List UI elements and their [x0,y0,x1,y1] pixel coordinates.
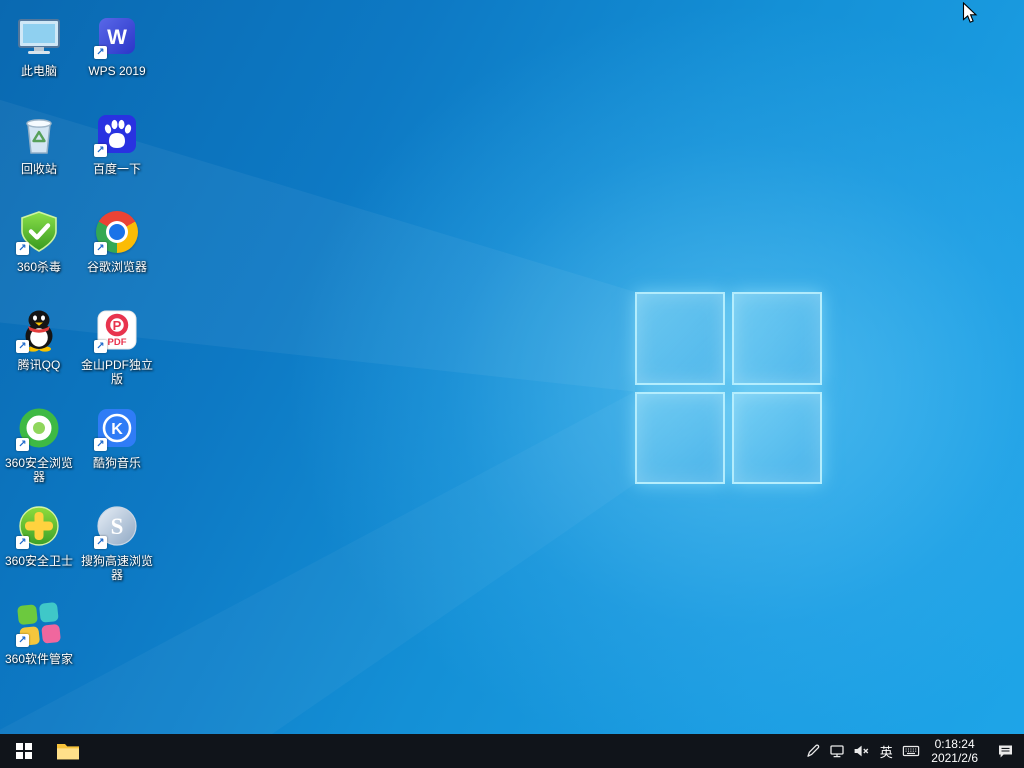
clock-date: 2021/2/6 [931,751,978,765]
wps-icon: W ↗ [93,12,141,60]
desktop-icon-360-browser[interactable]: ↗ 360安全浏览器 [0,404,78,484]
start-button[interactable] [0,734,48,768]
icon-label: 酷狗音乐 [78,456,156,470]
folder-icon [56,741,80,761]
green-plus-icon: ↗ [15,502,63,550]
pen-icon[interactable] [801,734,825,768]
ime-indicator[interactable]: 英 [873,742,899,761]
pinwheel-icon: ↗ [15,600,63,648]
chrome-icon: ↗ [93,208,141,256]
system-tray: 英 0:18:24 2021/2/6 [801,734,1024,768]
desktop-icon-chrome[interactable]: ↗ 谷歌浏览器 [78,208,156,274]
file-explorer-button[interactable] [48,734,88,768]
desktop-icon-kingsoft-pdf[interactable]: P PDF ↗ 金山PDF独立版 [78,306,156,386]
shortcut-arrow-icon: ↗ [16,634,29,647]
svg-text:K: K [111,421,123,438]
shortcut-arrow-icon: ↗ [16,340,29,353]
windows-start-icon [16,743,32,759]
icon-label: 360杀毒 [0,260,78,274]
desktop-icon-sogou-browser[interactable]: S ↗ 搜狗高速浏览器 [78,502,156,582]
desktop-icon-area: 此电脑 回收站 ↗ 360杀毒 [0,0,1024,734]
action-center-icon[interactable] [986,734,1024,768]
shortcut-arrow-icon: ↗ [94,242,107,255]
icon-label: 此电脑 [0,64,78,78]
sogou-icon: S ↗ [93,502,141,550]
svg-text:PDF: PDF [108,337,127,348]
icon-label: 金山PDF独立版 [78,358,156,386]
shortcut-arrow-icon: ↗ [94,144,107,157]
svg-text:S: S [111,514,124,539]
baidu-paw-icon: ↗ [93,110,141,158]
kugou-icon: K ↗ [93,404,141,452]
computer-icon [15,12,63,60]
desktop-icon-360-software-manager[interactable]: ↗ 360软件管家 [0,600,78,666]
desktop-icon-kugou-music[interactable]: K ↗ 酷狗音乐 [78,404,156,470]
shortcut-arrow-icon: ↗ [16,242,29,255]
desktop-icon-baidu[interactable]: ↗ 百度一下 [78,110,156,176]
recycle-bin-icon [15,110,63,158]
shield-check-icon: ↗ [15,208,63,256]
desktop-icon-recycle-bin[interactable]: 回收站 [0,110,78,176]
pdf-icon: P PDF ↗ [93,306,141,354]
svg-text:W: W [107,26,127,49]
touch-keyboard-icon[interactable] [899,734,923,768]
icon-label: 腾讯QQ [0,358,78,372]
clock-time: 0:18:24 [935,737,975,751]
shortcut-arrow-icon: ↗ [94,46,107,59]
desktop-icon-360-safe-guard[interactable]: ↗ 360安全卫士 [0,502,78,568]
icon-label: 搜狗高速浏览器 [78,554,156,582]
icon-label: 百度一下 [78,162,156,176]
shortcut-arrow-icon: ↗ [94,438,107,451]
icon-label: WPS 2019 [78,64,156,78]
green-ring-icon: ↗ [15,404,63,452]
network-icon[interactable] [825,734,849,768]
desktop-icon-this-pc[interactable]: 此电脑 [0,12,78,78]
desktop-icon-tencent-qq[interactable]: ↗ 腾讯QQ [0,306,78,372]
shortcut-arrow-icon: ↗ [94,340,107,353]
icon-label: 回收站 [0,162,78,176]
icon-label: 谷歌浏览器 [78,260,156,274]
icon-label: 360安全卫士 [0,554,78,568]
icon-label: 360安全浏览器 [0,456,78,484]
shortcut-arrow-icon: ↗ [16,536,29,549]
taskbar: 英 0:18:24 2021/2/6 [0,734,1024,768]
volume-muted-icon[interactable] [849,734,873,768]
shortcut-arrow-icon: ↗ [16,438,29,451]
qq-penguin-icon: ↗ [15,306,63,354]
shortcut-arrow-icon: ↗ [94,536,107,549]
taskbar-clock[interactable]: 0:18:24 2021/2/6 [923,737,986,765]
desktop-icon-360-antivirus[interactable]: ↗ 360杀毒 [0,208,78,274]
svg-text:P: P [113,318,122,333]
desktop-icon-wps-2019[interactable]: W ↗ WPS 2019 [78,12,156,78]
icon-label: 360软件管家 [0,652,78,666]
